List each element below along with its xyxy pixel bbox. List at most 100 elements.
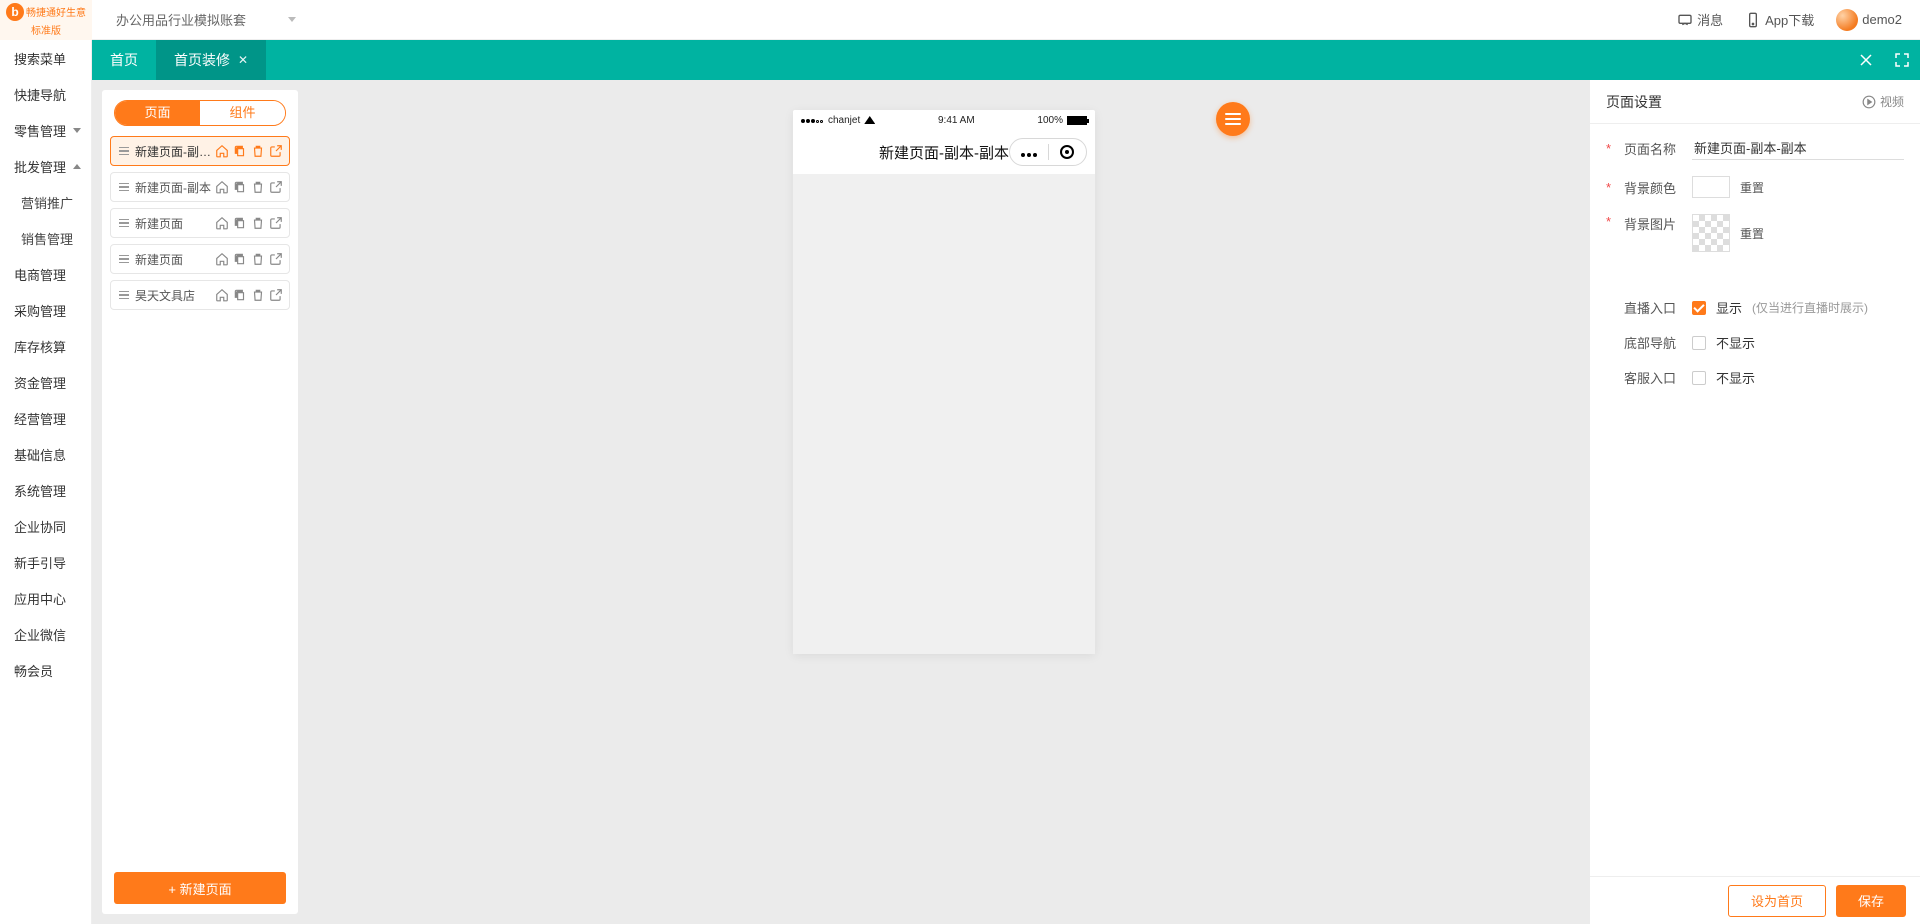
segment-components[interactable]: 组件	[200, 101, 285, 125]
nav-item[interactable]: 库存核算	[0, 328, 91, 364]
drag-handle-icon[interactable]	[117, 219, 131, 228]
copy-icon[interactable]	[233, 252, 247, 266]
account-dropdown[interactable]: 办公用品行业模拟账套	[106, 6, 306, 34]
bg-image-reset[interactable]: 重置	[1740, 225, 1764, 242]
live-checkbox[interactable]	[1692, 301, 1706, 315]
left-nav: 搜索菜单快捷导航零售管理批发管理营销推广销售管理电商管理采购管理库存核算资金管理…	[0, 40, 92, 924]
chevron-down-icon	[73, 128, 81, 133]
del-icon[interactable]	[251, 288, 265, 302]
share-icon[interactable]	[269, 288, 283, 302]
bg-color-swatch[interactable]	[1692, 176, 1730, 198]
nav-item[interactable]: 系统管理	[0, 472, 91, 508]
fullscreen-icon	[1895, 53, 1909, 67]
nav-item[interactable]: 企业协同	[0, 508, 91, 544]
floating-menu-button[interactable]	[1216, 102, 1250, 136]
drag-handle-icon[interactable]	[117, 291, 131, 300]
copy-icon[interactable]	[233, 288, 247, 302]
messages-link[interactable]: 消息	[1677, 10, 1723, 29]
save-button[interactable]: 保存	[1836, 885, 1906, 917]
video-link[interactable]: 视频	[1862, 93, 1904, 110]
nav-item[interactable]: 经营管理	[0, 400, 91, 436]
logo-edition: 标准版	[31, 22, 61, 37]
nav-item[interactable]: 搜索菜单	[0, 40, 91, 76]
share-icon[interactable]	[269, 252, 283, 266]
share-icon[interactable]	[269, 216, 283, 230]
del-icon[interactable]	[251, 180, 265, 194]
page-panel: 页面 组件 新建页面-副本...新建页面-副本新建页面新建页面昊天文具店 + 新…	[102, 90, 298, 914]
nav-item[interactable]: 畅会员	[0, 652, 91, 688]
set-home-button[interactable]: 设为首页	[1728, 885, 1826, 917]
phone-body[interactable]	[793, 174, 1095, 654]
topbar: b 畅捷通好生意 标准版 办公用品行业模拟账套 消息 App下载 demo2	[0, 0, 1920, 40]
home-icon[interactable]	[215, 252, 229, 266]
phone-time: 9:41 AM	[938, 115, 975, 126]
drag-handle-icon[interactable]	[117, 255, 131, 264]
drag-handle-icon[interactable]	[117, 147, 131, 156]
logo-brand: 畅捷通好生意	[26, 4, 86, 19]
page-list: 新建页面-副本...新建页面-副本新建页面新建页面昊天文具店	[102, 136, 298, 862]
nav-item[interactable]: 电商管理	[0, 256, 91, 292]
copy-icon[interactable]	[233, 180, 247, 194]
tab-page-design[interactable]: 首页装修 ✕	[156, 40, 266, 80]
nav-subitem[interactable]: 营销推广	[0, 184, 91, 220]
del-icon[interactable]	[251, 216, 265, 230]
more-icon	[1020, 144, 1038, 161]
share-icon[interactable]	[269, 180, 283, 194]
nav-item[interactable]: 资金管理	[0, 364, 91, 400]
home-icon[interactable]	[215, 288, 229, 302]
page-row[interactable]: 昊天文具店	[110, 280, 290, 310]
tabbar: 首页 首页装修 ✕	[92, 40, 1920, 80]
home-icon[interactable]	[215, 216, 229, 230]
nav-item[interactable]: 快捷导航	[0, 76, 91, 112]
page-name-label: 新建页面-副本...	[135, 143, 211, 160]
app-download-link[interactable]: App下载	[1745, 10, 1814, 29]
new-page-button[interactable]: + 新建页面	[114, 872, 286, 904]
tabbar-close-button[interactable]	[1854, 48, 1878, 72]
fullscreen-button[interactable]	[1890, 48, 1914, 72]
drag-handle-icon[interactable]	[117, 183, 131, 192]
page-row[interactable]: 新建页面	[110, 208, 290, 238]
logo[interactable]: b 畅捷通好生意 标准版	[0, 0, 92, 40]
nav-item[interactable]: 基础信息	[0, 436, 91, 472]
page-name-label: 昊天文具店	[135, 287, 211, 304]
nav-item[interactable]: 采购管理	[0, 292, 91, 328]
page-name-label: 新建页面	[135, 251, 211, 268]
page-row[interactable]: 新建页面-副本...	[110, 136, 290, 166]
del-icon[interactable]	[251, 144, 265, 158]
bg-image-picker[interactable]	[1692, 214, 1730, 252]
home-icon[interactable]	[215, 144, 229, 158]
nav-item[interactable]: 零售管理	[0, 112, 91, 148]
segment-pages[interactable]: 页面	[115, 101, 200, 125]
share-icon[interactable]	[269, 144, 283, 158]
miniapp-title: 新建页面-副本-副本	[879, 142, 1009, 163]
page-name-label: 新建页面	[135, 215, 211, 232]
bottom-nav-checkbox[interactable]	[1692, 336, 1706, 350]
close-icon[interactable]: ✕	[238, 53, 248, 67]
miniapp-capsule[interactable]	[1009, 138, 1087, 166]
page-name-label: 新建页面-副本	[135, 179, 211, 196]
nav-item[interactable]: 批发管理	[0, 148, 91, 184]
nav-item[interactable]: 新手引导	[0, 544, 91, 580]
bg-color-reset[interactable]: 重置	[1740, 179, 1764, 196]
nav-subitem[interactable]: 销售管理	[0, 220, 91, 256]
tab-home[interactable]: 首页	[92, 40, 156, 80]
row-service-entry: 客服入口 不显示	[1606, 368, 1904, 387]
copy-icon[interactable]	[233, 144, 247, 158]
signal-icon	[801, 115, 824, 126]
copy-icon[interactable]	[233, 216, 247, 230]
page-name-input[interactable]	[1692, 136, 1904, 160]
phone-preview: chanjet 9:41 AM 100% 新建页面-副本-副本	[793, 110, 1095, 654]
canvas: chanjet 9:41 AM 100% 新建页面-副本-副本	[298, 80, 1590, 924]
del-icon[interactable]	[251, 252, 265, 266]
home-icon[interactable]	[215, 180, 229, 194]
service-checkbox[interactable]	[1692, 371, 1706, 385]
nav-item[interactable]: 应用中心	[0, 580, 91, 616]
x-icon	[1859, 53, 1873, 67]
battery-label: 100%	[1037, 115, 1063, 126]
account-name: 办公用品行业模拟账套	[116, 10, 246, 29]
nav-item[interactable]: 企业微信	[0, 616, 91, 652]
page-row[interactable]: 新建页面	[110, 244, 290, 274]
user-menu[interactable]: demo2	[1836, 9, 1902, 31]
logo-icon: b	[6, 3, 24, 21]
page-row[interactable]: 新建页面-副本	[110, 172, 290, 202]
